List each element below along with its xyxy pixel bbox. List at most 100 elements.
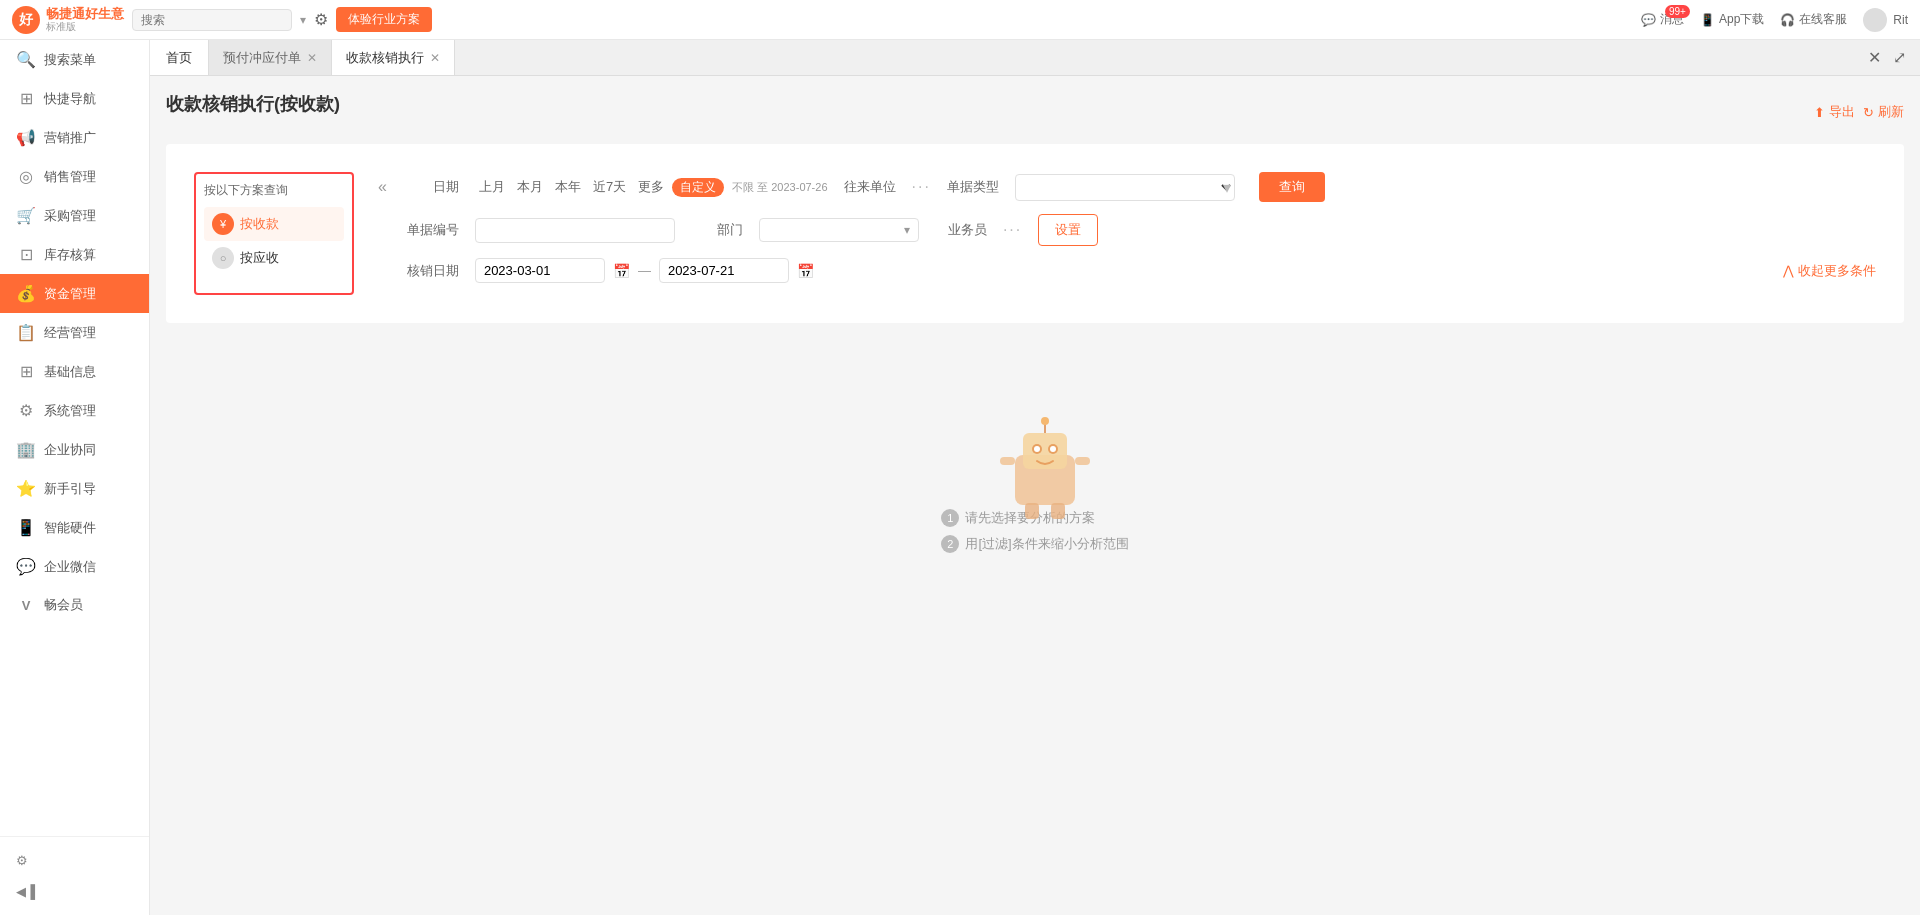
settings-icon[interactable]: ⚙ [314,10,328,29]
dropdown-arrow-icon[interactable]: ▾ [300,13,306,27]
purchase-icon: 🛒 [16,206,36,225]
counterparty-label: 往来单位 [844,178,896,196]
sidebar-settings-btn[interactable]: ⚙ [0,845,149,876]
sidebar-item-search-menu[interactable]: 🔍 搜索菜单 [0,40,149,79]
main-layout: 🔍 搜索菜单 ⊞ 快捷导航 📢 营销推广 ◎ 销售管理 🛒 采购管理 ⊡ 库存核… [0,40,1920,915]
dept-select[interactable]: ▾ [759,218,919,242]
by-receivable-icon: ○ [212,247,234,269]
sidebar-label-inventory: 库存核算 [44,246,96,264]
sidebar-label-purchase: 采购管理 [44,207,96,225]
trial-button[interactable]: 体验行业方案 [336,7,432,32]
tab-prepay[interactable]: 预付冲应付单 ✕ [209,40,332,75]
app-label: App下载 [1719,11,1764,28]
sidebar-item-inventory[interactable]: ⊡ 库存核算 [0,235,149,274]
online-service-action[interactable]: 🎧 在线客服 [1780,11,1847,28]
home-icon: ⊞ [16,89,36,108]
doc-number-input[interactable] [475,218,675,243]
date-last-month-btn[interactable]: 上月 [475,176,509,198]
date-custom-tag[interactable]: 自定义 [672,178,724,197]
sidebar-item-basic-info[interactable]: ⊞ 基础信息 [0,352,149,391]
app-download-action[interactable]: 📱 App下载 [1700,11,1764,28]
tab-bar: 首页 预付冲应付单 ✕ 收款核销执行 ✕ ✕ ⤢ [150,40,1920,76]
write-off-date-end-input[interactable] [659,258,789,283]
sidebar: 🔍 搜索菜单 ⊞ 快捷导航 📢 营销推广 ◎ 销售管理 🛒 采购管理 ⊡ 库存核… [0,40,150,915]
sidebar-item-operation[interactable]: 📋 经营管理 [0,313,149,352]
sidebar-label-enterprise: 企业协同 [44,441,96,459]
sidebar-label-member: 畅会员 [44,596,83,614]
tab-close-all-btn[interactable]: ✕ [1862,44,1887,71]
tab-receipt[interactable]: 收款核销执行 ✕ [332,40,455,75]
collapse-more-button[interactable]: ⋀ 收起更多条件 [1783,262,1876,280]
panel-collapse-button[interactable]: « [374,174,391,200]
tab-close-receipt[interactable]: ✕ [430,52,440,64]
sidebar-item-enterprise[interactable]: 🏢 企业协同 [0,430,149,469]
sidebar-item-sales[interactable]: ◎ 销售管理 [0,157,149,196]
page-content: 收款核销执行(按收款) ⬆ 导出 ↻ 刷新 按以 [150,76,1920,915]
sidebar-item-guide[interactable]: ⭐ 新手引导 [0,469,149,508]
sidebar-item-purchase[interactable]: 🛒 采购管理 [0,196,149,235]
calendar-start-icon[interactable]: 📅 [613,263,630,279]
sidebar-item-finance[interactable]: 💰 资金管理 [0,274,149,313]
by-receipt-icon: ¥ [212,213,234,235]
date-7days-btn[interactable]: 近7天 [589,176,630,198]
guide-icon: ⭐ [16,479,36,498]
top-bar-right: 💬 消息 99+ 📱 App下载 🎧 在线客服 Rit [1641,8,1908,32]
calendar-end-icon[interactable]: 📅 [797,263,814,279]
export-button[interactable]: ⬆ 导出 [1814,103,1855,121]
sidebar-label-wechat: 企业微信 [44,558,96,576]
filter-row-2: 单据编号 部门 ▾ 业务员 ··· 设置 [407,214,1876,246]
sidebar-item-wechat[interactable]: 💬 企业微信 [0,547,149,586]
tab-home[interactable]: 首页 [150,40,209,75]
sidebar-label-system: 系统管理 [44,402,96,420]
date-this-year-btn[interactable]: 本年 [551,176,585,198]
search-input[interactable] [132,9,292,31]
svg-rect-8 [1000,457,1015,465]
svg-rect-9 [1075,457,1090,465]
staff-input-btn[interactable]: ··· [1003,221,1022,239]
empty-state: 1 请先选择要分析的方案 2 用[过滤]条件来缩小分析范围 [166,325,1904,637]
date-this-month-btn[interactable]: 本月 [513,176,547,198]
sidebar-bottom: ⚙ ◀▐ [0,836,149,915]
sidebar-item-system[interactable]: ⚙ 系统管理 [0,391,149,430]
refresh-icon: ↻ [1863,105,1874,120]
sidebar-item-member[interactable]: V 畅会员 [0,586,149,624]
settings-button[interactable]: 设置 [1038,214,1098,246]
filter-option-by-receivable[interactable]: ○ 按应收 [204,241,344,275]
tab-expand-btn[interactable]: ⤢ [1887,44,1912,71]
sidebar-item-quick-nav[interactable]: ⊞ 快捷导航 [0,79,149,118]
query-button[interactable]: 查询 [1259,172,1325,202]
counterparty-input-btn[interactable]: ··· [912,178,931,196]
filter-option-by-receipt[interactable]: ¥ 按收款 [204,207,344,241]
hardware-icon: 📱 [16,518,36,537]
svg-point-4 [1034,446,1040,452]
sidebar-item-hardware[interactable]: 📱 智能硬件 [0,508,149,547]
filter-left-panel: 按以下方案查询 ¥ 按收款 ○ 按应收 [194,172,354,295]
page-header: 收款核销执行(按收款) ⬆ 导出 ↻ 刷新 [166,92,1904,132]
sidebar-item-marketing[interactable]: 📢 营销推广 [0,118,149,157]
tab-bar-actions: ✕ ⤢ [1862,44,1920,71]
sidebar-collapse-btn[interactable]: ◀▐ [0,876,149,907]
sidebar-label-hardware: 智能硬件 [44,519,96,537]
message-action[interactable]: 💬 消息 99+ [1641,11,1684,28]
refresh-button[interactable]: ↻ 刷新 [1863,103,1904,121]
date-range-dash: — [638,263,651,278]
write-off-date-start-input[interactable] [475,258,605,283]
date-more-btn[interactable]: 更多 [634,176,668,198]
user-area[interactable]: Rit [1863,8,1908,32]
doc-type-select[interactable] [1015,174,1235,201]
brand-sub: 标准版 [46,21,124,33]
page-title: 收款核销执行(按收款) [166,92,340,116]
system-icon: ⚙ [16,401,36,420]
dept-select-arrow-icon: ▾ [904,223,910,237]
brand-name: 畅捷通好生意 [46,6,124,22]
brand-logo: 好 [12,6,40,34]
staff-label: 业务员 [935,221,987,239]
message-icon: 💬 [1641,13,1656,27]
sidebar-label-basic-info: 基础信息 [44,363,96,381]
brand: 好 畅捷通好生意 标准版 [12,6,124,34]
message-badge: 99+ [1665,5,1690,18]
sidebar-label-guide: 新手引导 [44,480,96,498]
enterprise-icon: 🏢 [16,440,36,459]
operation-icon: 📋 [16,323,36,342]
tab-close-prepay[interactable]: ✕ [307,52,317,64]
